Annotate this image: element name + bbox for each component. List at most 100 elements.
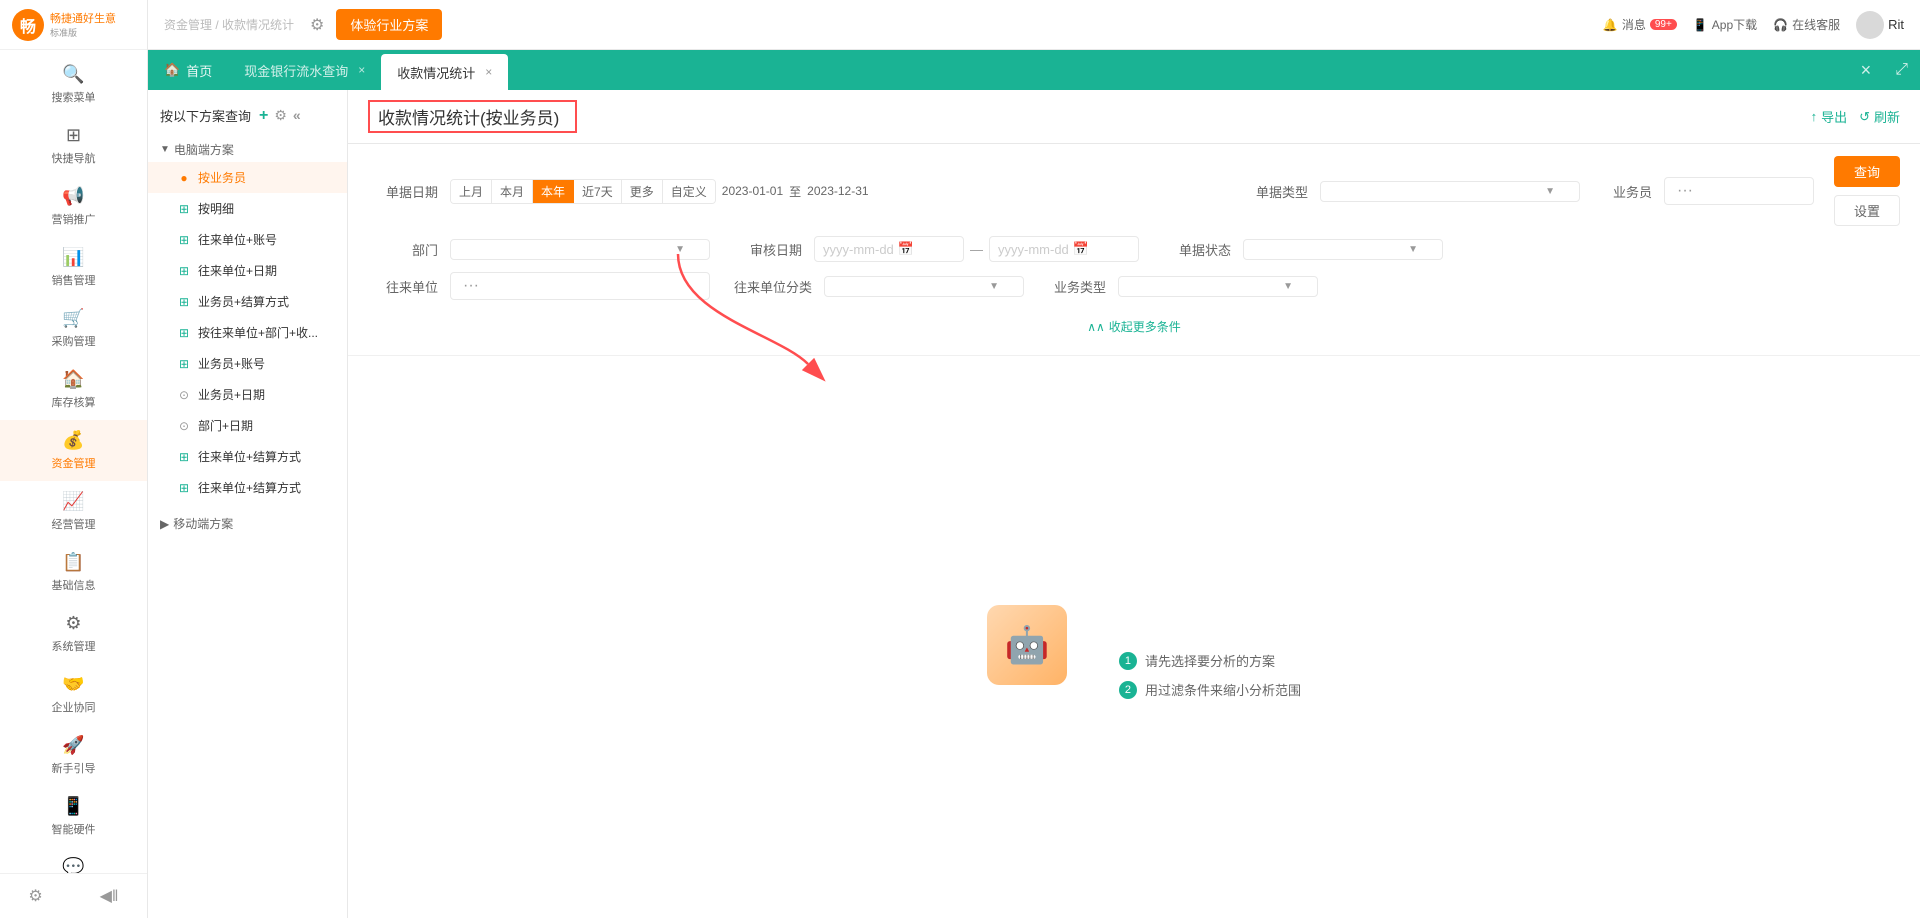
scheme-item-salesperson-settle[interactable]: ⊞ 业务员+结算方式 (148, 286, 347, 317)
export-icon: ↑ (1811, 109, 1818, 124)
sidebar-item-enterprise[interactable]: 🤝 企业协同 (0, 664, 147, 725)
collapse-panel-icon[interactable]: « (293, 107, 301, 125)
page-container: 按以下方案查询 + ⚙ « ▼ 电脑端方案 ● 按业务员 ⊞ 按明 (148, 90, 1920, 918)
tab-bank-flow-close[interactable]: × (358, 63, 365, 77)
sidebar-settings-btn[interactable]: ⚙ (20, 882, 50, 910)
date-tab-more[interactable]: 更多 (622, 180, 663, 203)
partner-category-select[interactable]: ▼ (824, 276, 1024, 297)
sidebar-item-wechat[interactable]: 💬 企业微信 (0, 847, 147, 873)
export-label: 导出 (1821, 107, 1847, 126)
sidebar-item-sales[interactable]: 📊 销售管理 (0, 237, 147, 298)
logo-text: 畅捷通好生意 标准版 (50, 10, 116, 39)
scheme-item-dept-date-label: 部门+日期 (198, 417, 253, 434)
settings-button[interactable]: 设置 (1834, 195, 1900, 226)
date-tab-7days[interactable]: 近7天 (574, 180, 622, 203)
scheme-item-salesperson-settle-label: 业务员+结算方式 (198, 293, 289, 310)
tab-receipt-stats-close[interactable]: × (485, 65, 492, 79)
partner-label: 往来单位 (368, 277, 438, 296)
scheme-item-partner-settle2[interactable]: ⊞ 往来单位+结算方式 (148, 472, 347, 503)
dept-select[interactable]: ▼ (450, 239, 710, 260)
notifications-btn[interactable]: 🔔 消息 99+ (1603, 16, 1677, 33)
download-icon: 📱 (1693, 18, 1708, 32)
filter-row-1: 单据日期 上月 本月 本年 近7天 更多 自定义 2023-01-01 至 (368, 156, 1900, 226)
date-tab-custom[interactable]: 自定义 (663, 180, 715, 203)
salesperson-more-icon[interactable]: ··· (1677, 182, 1693, 200)
scheme-item-partner-date[interactable]: ⊞ 往来单位+日期 (148, 255, 347, 286)
sidebar-item-quicknav[interactable]: ⊞ 快捷导航 (0, 115, 147, 176)
review-date-to[interactable]: yyyy-mm-dd 📅 (989, 236, 1139, 262)
tab-bank-flow[interactable]: 现金银行流水查询 × (228, 50, 381, 90)
sidebar-item-operations[interactable]: 📈 经营管理 (0, 481, 147, 542)
mobile-group-header[interactable]: ▶ 移动端方案 (148, 511, 347, 536)
tab-home[interactable]: 🏠 首页 (148, 50, 228, 90)
scheme-item-detail[interactable]: ⊞ 按明细 (148, 193, 347, 224)
query-button[interactable]: 查询 (1834, 156, 1900, 187)
scheme-item-salesperson-account[interactable]: ⊞ 业务员+账号 (148, 348, 347, 379)
scheme-item-partner-account[interactable]: ⊞ 往来单位+账号 (148, 224, 347, 255)
sidebar-collapse-btn[interactable]: ◀‖ (92, 882, 127, 910)
salesperson-select[interactable]: ··· (1664, 177, 1814, 205)
app-download-btn[interactable]: 📱 App下载 (1693, 16, 1757, 33)
bell-icon: 🔔 (1603, 18, 1618, 32)
enterprise-icon: 🤝 (62, 674, 84, 695)
quicknav-icon: ⊞ (66, 125, 81, 146)
scheme-item-partner-dept[interactable]: ⊞ 按往来单位+部门+收... (148, 317, 347, 348)
date-tab-last-month[interactable]: 上月 (451, 180, 492, 203)
sidebar-item-search[interactable]: 🔍 搜索菜单 (0, 54, 147, 115)
tab-receipt-stats-label: 收款情况统计 (397, 63, 475, 82)
refresh-button[interactable]: ↺ 刷新 (1859, 107, 1900, 126)
partner-more-icon[interactable]: ··· (463, 277, 479, 295)
sidebar-item-finance[interactable]: 💰 资金管理 (0, 420, 147, 481)
main-area: 资金管理 / 收款情况统计 ⚙ 体验行业方案 🔔 消息 99+ 📱 App下载 … (148, 0, 1920, 918)
doc-status-select[interactable]: ▼ (1243, 239, 1443, 260)
partner-select[interactable]: ··· (450, 272, 710, 300)
scheme-item-dept-date[interactable]: ⊙ 部门+日期 (148, 410, 347, 441)
add-scheme-icon[interactable]: + (259, 107, 268, 125)
user-info[interactable]: Rit (1856, 11, 1904, 39)
sidebar-item-purchase[interactable]: 🛒 采购管理 (0, 298, 147, 359)
sidebar-item-basic[interactable]: 📋 基础信息 (0, 542, 147, 603)
review-date-from-calendar-icon[interactable]: 📅 (898, 241, 914, 257)
salesperson-label: 业务员 (1592, 182, 1652, 201)
export-button[interactable]: ↑ 导出 (1811, 107, 1848, 126)
biz-type-select[interactable]: ▼ (1118, 276, 1318, 297)
sidebar-item-guide[interactable]: 🚀 新手引导 (0, 725, 147, 786)
system-icon: ⚙ (65, 613, 81, 634)
date-tab-this-month[interactable]: 本月 (492, 180, 533, 203)
tabs-close-all-btn[interactable]: × (1849, 60, 1884, 81)
sidebar-item-marketing[interactable]: 📢 营销推广 (0, 176, 147, 237)
filter-row-2: 部门 ▼ 审核日期 yyyy-mm-dd 📅 — yyyy-mm-dd (368, 236, 1900, 262)
tabs-maximize-btn[interactable]: ⤢ (1883, 61, 1920, 79)
active-scheme-icon: ● (176, 170, 192, 186)
scheme-item-salesperson-account-label: 业务员+账号 (198, 355, 265, 372)
sidebar-item-inventory[interactable]: 🏠 库存核算 (0, 359, 147, 420)
tab-home-label: 首页 (186, 61, 212, 80)
review-date-from[interactable]: yyyy-mm-dd 📅 (814, 236, 964, 262)
collapse-bar[interactable]: ∧∧ 收起更多条件 (368, 310, 1900, 343)
online-service-btn[interactable]: 🎧 在线客服 (1773, 16, 1840, 33)
review-date-dash: — (970, 242, 983, 257)
topbar-gear-icon[interactable]: ⚙ (310, 15, 324, 35)
scheme-item-partner-settle1[interactable]: ⊞ 往来单位+结算方式 (148, 441, 347, 472)
tab-receipt-stats[interactable]: 收款情况统计 × (381, 54, 508, 90)
scheme-item-salesperson[interactable]: ● 按业务员 (148, 162, 347, 193)
settings-scheme-icon[interactable]: ⚙ (274, 107, 287, 125)
left-panel: 按以下方案查询 + ⚙ « ▼ 电脑端方案 ● 按业务员 ⊞ 按明 (148, 90, 348, 918)
doc-type-select[interactable]: ▼ (1320, 181, 1580, 202)
avatar (1856, 11, 1884, 39)
page-title: 收款情况统计(按业务员) (378, 109, 559, 128)
date-tabs: 上月 本月 本年 近7天 更多 自定义 (450, 179, 716, 204)
scheme-item-salesperson-date[interactable]: ⊙ 业务员+日期 (148, 379, 347, 410)
filter-area: 单据日期 上月 本月 本年 近7天 更多 自定义 2023-01-01 至 (348, 144, 1920, 356)
desktop-group-header[interactable]: ▼ 电脑端方案 (148, 137, 347, 162)
sidebar-item-system[interactable]: ⚙ 系统管理 (0, 603, 147, 664)
trial-button[interactable]: 体验行业方案 (336, 9, 442, 40)
empty-step-1: 1 请先选择要分析的方案 (1119, 651, 1301, 670)
sidebar-item-hardware[interactable]: 📱 智能硬件 (0, 786, 147, 847)
review-date-range: yyyy-mm-dd 📅 — yyyy-mm-dd 📅 (814, 236, 1139, 262)
marketing-icon: 📢 (62, 186, 84, 207)
date-tab-this-year[interactable]: 本年 (533, 180, 574, 203)
search-icon: 🔍 (62, 64, 84, 85)
empty-steps: 1 请先选择要分析的方案 2 用过滤条件来缩小分析范围 (1119, 651, 1301, 709)
review-date-to-calendar-icon[interactable]: 📅 (1073, 241, 1089, 257)
